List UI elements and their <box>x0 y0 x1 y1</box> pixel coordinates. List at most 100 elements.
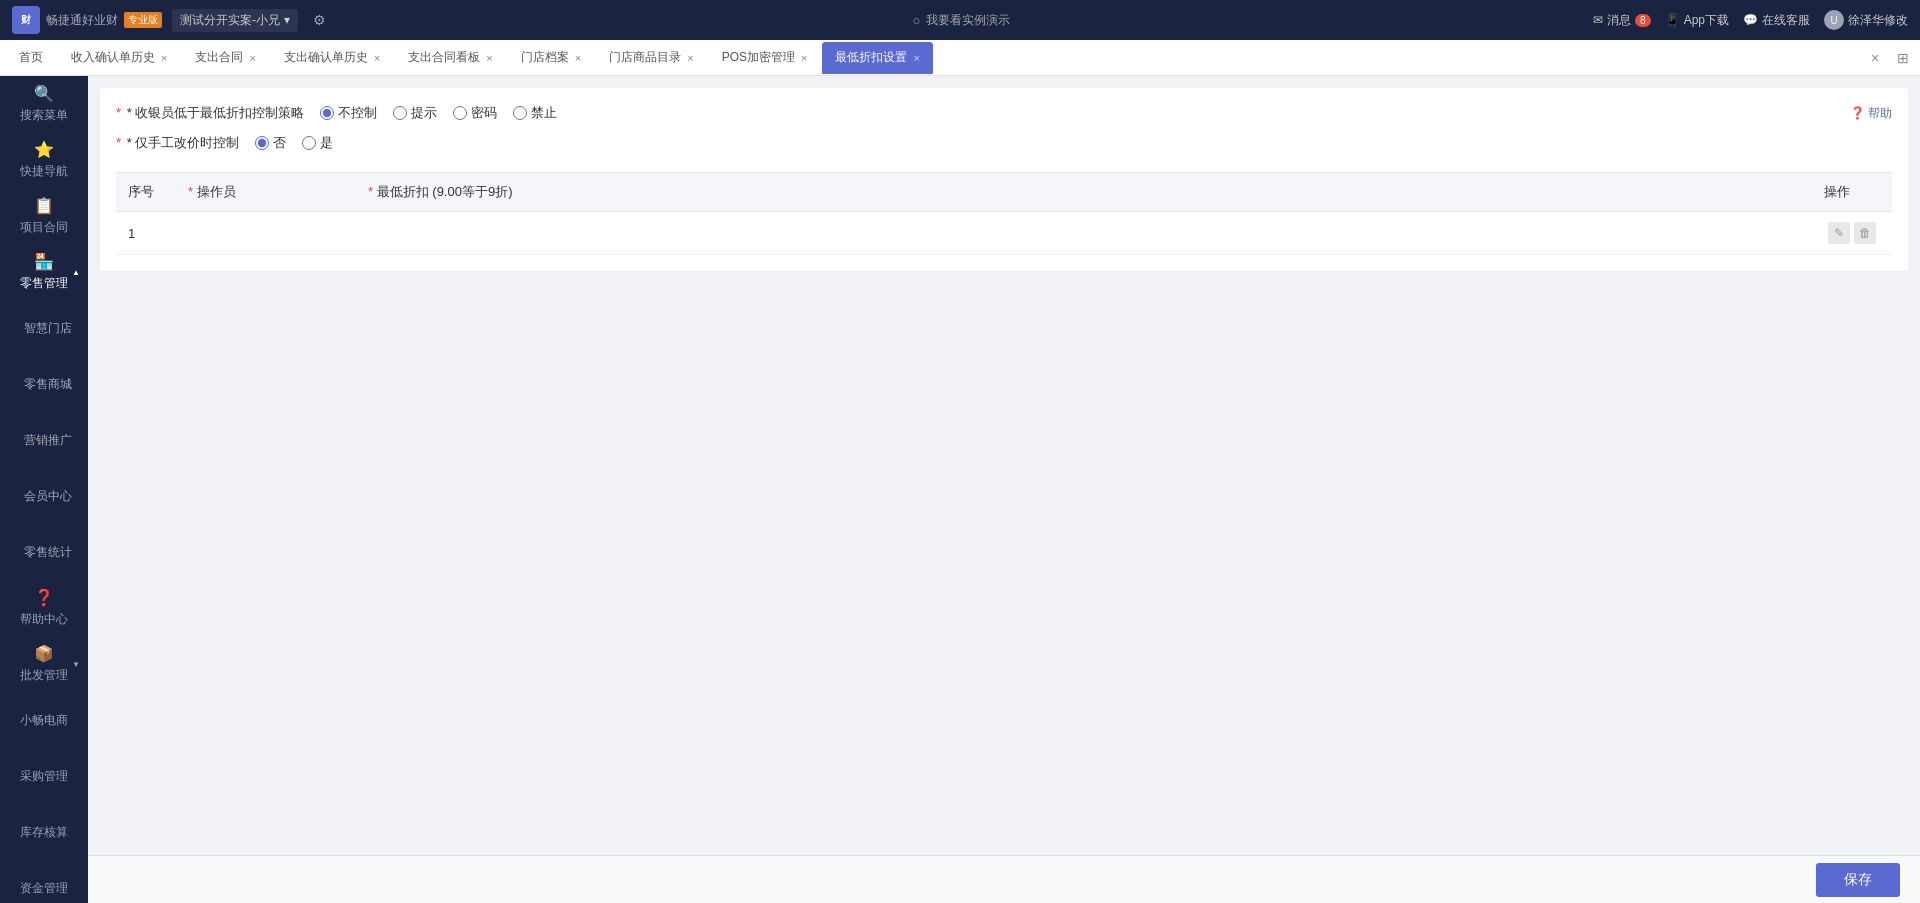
radio-remind-label: 提示 <box>411 104 437 122</box>
col-header-action: 操作 <box>1812 173 1892 212</box>
radio-password-input[interactable] <box>453 106 467 120</box>
tab-store-archive-label: 门店档案 <box>521 49 569 66</box>
edit-row-btn[interactable]: ✎ <box>1828 222 1850 244</box>
radio-yes-label: 是 <box>320 134 333 152</box>
message-btn[interactable]: ✉ 消息 8 <box>1593 12 1651 29</box>
sidebar-item-purchase-label: 采购管理 <box>20 768 68 785</box>
tab-payment-contract-label: 支出合同 <box>195 49 243 66</box>
sidebar-item-member-label: 会员中心 <box>24 488 72 505</box>
app-download-btn[interactable]: 📱 App下载 <box>1665 12 1729 29</box>
sidebar-item-shortcut[interactable]: ⭐ 快捷导航 <box>0 132 88 188</box>
tab-min-discount-close[interactable]: × <box>913 52 919 64</box>
app-download-label: App下载 <box>1684 12 1729 29</box>
tab-store-goods-close[interactable]: × <box>687 52 693 64</box>
user-btn[interactable]: U 徐泽华修改 <box>1824 10 1908 30</box>
sidebar-item-search[interactable]: 🔍 搜索菜单 <box>0 76 88 132</box>
radio-no-label: 否 <box>273 134 286 152</box>
radio-forbid[interactable]: 禁止 <box>513 104 557 122</box>
radio-no-control[interactable]: 不控制 <box>320 104 377 122</box>
sidebar-item-finance-label: 资金管理 <box>20 880 68 897</box>
sidebar-item-inventory[interactable]: 库存核算 <box>0 804 88 860</box>
sidebar-item-contract[interactable]: 📋 项目合同 <box>0 188 88 244</box>
message-label: 消息 <box>1607 12 1631 29</box>
delete-row-btn[interactable]: 🗑 <box>1854 222 1876 244</box>
col-header-min-discount: * 最低折扣 (9.00等于9折) <box>356 173 1812 212</box>
sidebar-item-retail-stat[interactable]: 零售统计 <box>0 524 88 580</box>
tab-pos-password[interactable]: POS加密管理 × <box>709 42 821 74</box>
tab-payment-contract[interactable]: 支出合同 × <box>182 42 268 74</box>
col-header-operator: * 操作员 <box>176 173 356 212</box>
tab-payment-confirm-label: 支出确认单历史 <box>284 49 368 66</box>
cashier-policy-label: * * 收银员低于最低折扣控制策略 <box>116 104 304 122</box>
required-star-1: * <box>116 105 121 120</box>
tab-home[interactable]: 首页 <box>6 42 56 74</box>
online-service-label: 在线客服 <box>1762 12 1810 29</box>
project-name: 测试分开实案-小兄 <box>180 12 280 29</box>
star-icon: ⭐ <box>34 140 54 159</box>
close-tab-btn[interactable]: × <box>1864 47 1886 69</box>
tab-payment-contract-close[interactable]: × <box>249 52 255 64</box>
demo-link-area[interactable]: ○ 我要看实例演示 <box>913 12 1011 29</box>
sidebar-item-marketing[interactable]: 营销推广 <box>0 412 88 468</box>
sidebar-item-marketing-label: 营销推广 <box>24 432 72 449</box>
sidebar-item-wholesale[interactable]: 📦 批发管理 <box>0 636 88 692</box>
cell-action: ✎ 🗑 <box>1812 212 1892 255</box>
message-badge: 8 <box>1635 14 1651 27</box>
discount-table: 序号 * 操作员 * 最低折扣 (9.00等于9折) <box>116 172 1892 255</box>
retail-icon: 🏪 <box>34 252 54 271</box>
tab-payment-confirm-close[interactable]: × <box>374 52 380 64</box>
radio-yes[interactable]: 是 <box>302 134 333 152</box>
radio-no-input[interactable] <box>255 136 269 150</box>
sidebar-item-inventory-label: 库存核算 <box>20 824 68 841</box>
manual-price-row: * * 仅手工改价时控制 否 是 <box>116 134 1892 152</box>
radio-forbid-input[interactable] <box>513 106 527 120</box>
tab-payment-board[interactable]: 支出合同看板 × <box>395 42 505 74</box>
table-row: 1 ✎ 🗑 <box>116 212 1892 255</box>
sidebar-item-retail-mall[interactable]: 零售商城 <box>0 356 88 412</box>
tab-income-confirm-close[interactable]: × <box>161 52 167 64</box>
demo-link-text: 我要看实例演示 <box>926 12 1010 29</box>
radio-remind-input[interactable] <box>393 106 407 120</box>
tab-store-goods[interactable]: 门店商品目录 × <box>596 42 706 74</box>
chevron-down-icon: ▾ <box>284 13 290 27</box>
sidebar-item-help[interactable]: ❓ 帮助中心 <box>0 580 88 636</box>
project-selector[interactable]: 测试分开实案-小兄 ▾ <box>172 9 298 32</box>
radio-yes-input[interactable] <box>302 136 316 150</box>
sidebar-item-shortcut-label: 快捷导航 <box>20 163 68 180</box>
cell-operator <box>176 212 356 255</box>
radio-remind[interactable]: 提示 <box>393 104 437 122</box>
tab-store-archive[interactable]: 门店档案 × <box>508 42 594 74</box>
sidebar-item-retail-mgmt[interactable]: 🏪 零售管理 <box>0 244 88 300</box>
tab-income-confirm[interactable]: 收入确认单历史 × <box>58 42 180 74</box>
help-link[interactable]: ❓ 帮助 <box>1850 105 1892 122</box>
sidebar-item-ecommerce[interactable]: 小畅电商 <box>0 692 88 748</box>
logo-icon: 财 <box>12 6 40 34</box>
wholesale-icon: 📦 <box>34 644 54 663</box>
tab-store-archive-close[interactable]: × <box>575 52 581 64</box>
discount-table-container: 序号 * 操作员 * 最低折扣 (9.00等于9折) <box>116 164 1892 255</box>
radio-no-control-input[interactable] <box>320 106 334 120</box>
tab-payment-board-close[interactable]: × <box>486 52 492 64</box>
settings-icon[interactable]: ⚙ <box>308 9 330 31</box>
sidebar-item-member[interactable]: 会员中心 <box>0 468 88 524</box>
sidebar-item-purchase[interactable]: 采购管理 <box>0 748 88 804</box>
radio-no-control-label: 不控制 <box>338 104 377 122</box>
tab-min-discount-label: 最低折扣设置 <box>835 49 907 66</box>
radio-password[interactable]: 密码 <box>453 104 497 122</box>
expand-tabs-btn[interactable]: ⊞ <box>1892 47 1914 69</box>
required-star-2: * <box>116 135 121 150</box>
tab-pos-password-close[interactable]: × <box>801 52 807 64</box>
sidebar-item-help-label: 帮助中心 <box>20 611 68 628</box>
tab-payment-confirm[interactable]: 支出确认单历史 × <box>271 42 393 74</box>
search-icon: 🔍 <box>34 84 54 103</box>
online-service-btn[interactable]: 💬 在线客服 <box>1743 12 1810 29</box>
user-name: 徐泽华修改 <box>1848 12 1908 29</box>
radio-no[interactable]: 否 <box>255 134 286 152</box>
sidebar-item-finance[interactable]: 资金管理 <box>0 860 88 903</box>
message-icon: ✉ <box>1593 13 1603 27</box>
sidebar-item-smart-store[interactable]: 智慧门店 <box>0 300 88 356</box>
tabbar-actions: × ⊞ <box>1864 47 1914 69</box>
tab-min-discount[interactable]: 最低折扣设置 × <box>822 42 932 74</box>
download-icon: 📱 <box>1665 13 1680 27</box>
save-button[interactable]: 保存 <box>1816 863 1900 897</box>
